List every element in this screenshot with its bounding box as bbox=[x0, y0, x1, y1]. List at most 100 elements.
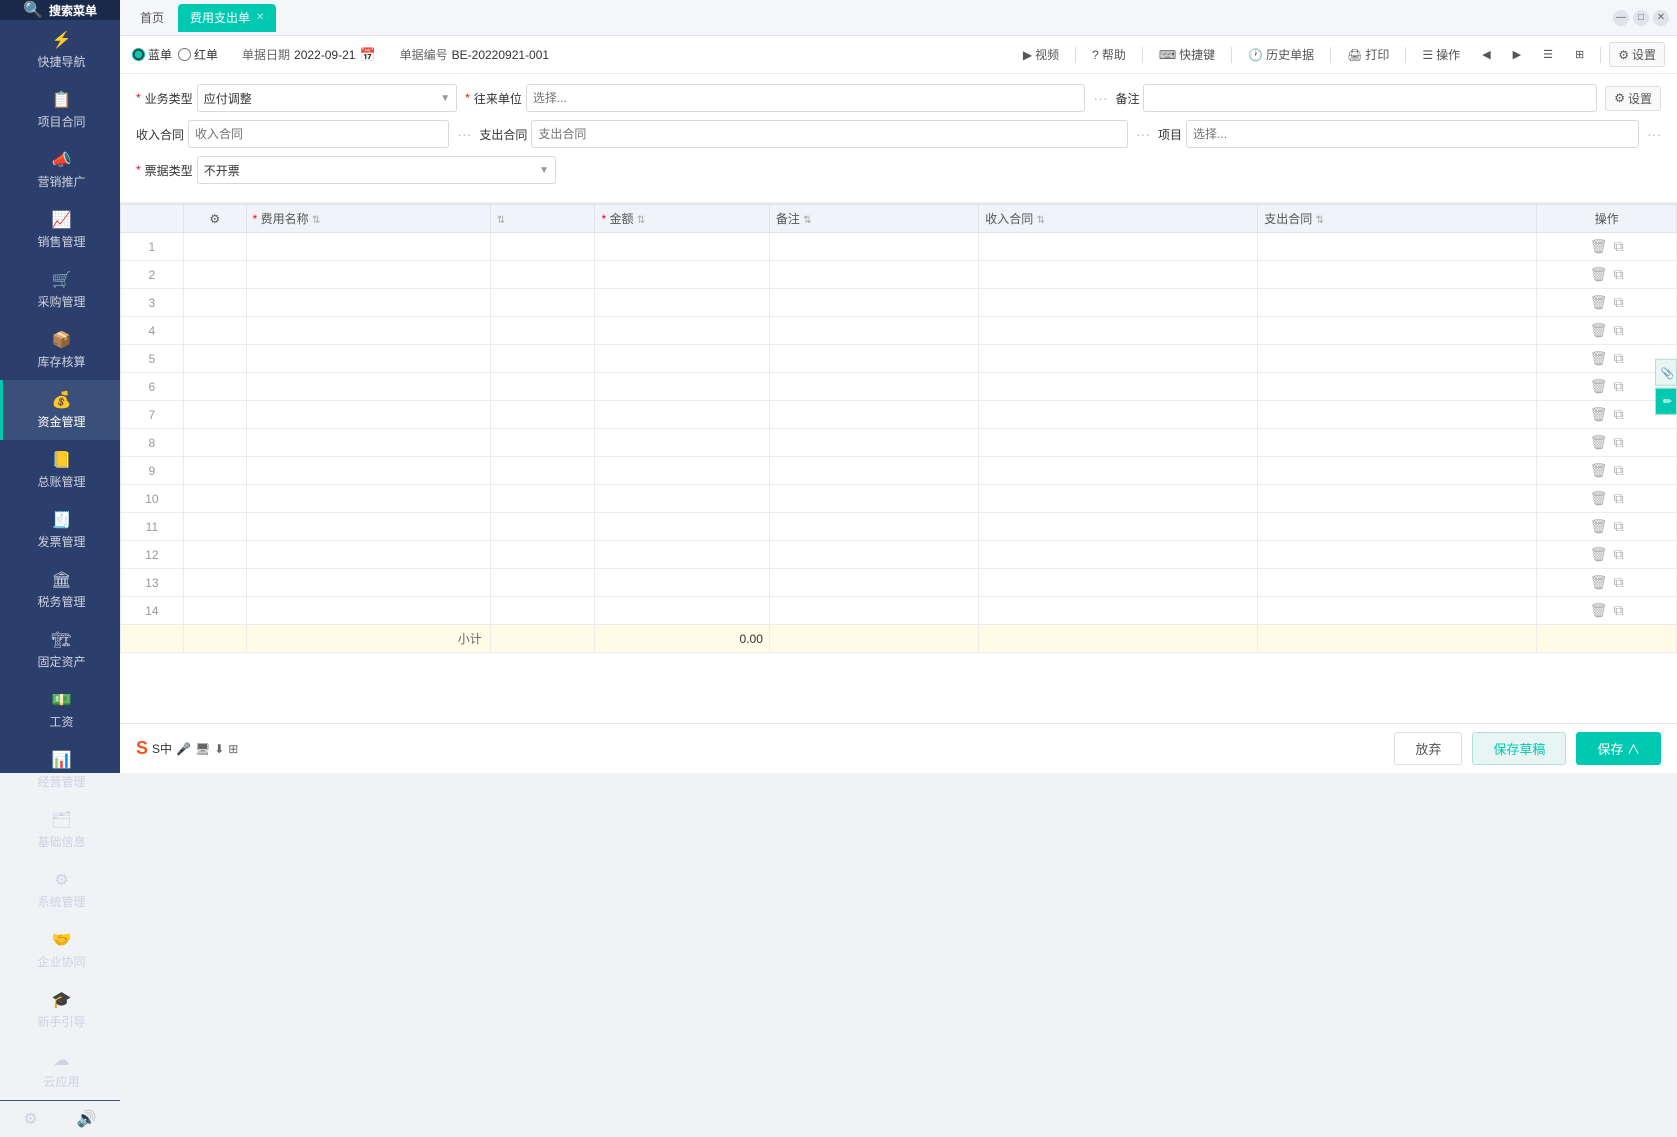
cell-name-12[interactable] bbox=[246, 541, 490, 569]
nav-prev-button[interactable]: ◀ bbox=[1474, 46, 1498, 63]
sidebar-item-purchase[interactable]: 🛒采购管理 bbox=[0, 260, 120, 320]
cell-sort-1[interactable] bbox=[490, 233, 595, 261]
cell-name-2[interactable] bbox=[246, 261, 490, 289]
cell-income-14[interactable] bbox=[979, 597, 1258, 625]
cell-name-9[interactable] bbox=[246, 457, 490, 485]
cell-remark-5[interactable] bbox=[769, 345, 978, 373]
form-settings-button[interactable]: ⚙ 设置 bbox=[1605, 86, 1661, 111]
cell-expense-14[interactable] bbox=[1258, 597, 1537, 625]
cell-income-3[interactable] bbox=[979, 289, 1258, 317]
sort-income-icon[interactable]: ⇅ bbox=[1037, 215, 1045, 226]
discard-button[interactable]: 放弃 bbox=[1394, 732, 1462, 765]
sidebar-item-marketing[interactable]: 📣营销推广 bbox=[0, 140, 120, 200]
cell-name-13[interactable] bbox=[246, 569, 490, 597]
cell-amount-5[interactable] bbox=[595, 345, 769, 373]
copy-icon-1[interactable]: ⧉ bbox=[1614, 238, 1624, 255]
cell-name-7[interactable] bbox=[246, 401, 490, 429]
delete-icon-1[interactable]: 🗑 bbox=[1590, 238, 1608, 255]
cell-expense-12[interactable] bbox=[1258, 541, 1537, 569]
cell-income-11[interactable] bbox=[979, 513, 1258, 541]
delete-icon-5[interactable]: 🗑 bbox=[1590, 350, 1608, 367]
cell-income-6[interactable] bbox=[979, 373, 1258, 401]
sidebar-item-sales[interactable]: 📈销售管理 bbox=[0, 200, 120, 260]
delete-icon-4[interactable]: 🗑 bbox=[1590, 322, 1608, 339]
sidebar-item-enterprise[interactable]: 🤝企业协同 bbox=[0, 920, 120, 980]
cell-amount-12[interactable] bbox=[595, 541, 769, 569]
cell-income-13[interactable] bbox=[979, 569, 1258, 597]
cell-remark-8[interactable] bbox=[769, 429, 978, 457]
save-draft-button[interactable]: 保存草稿 bbox=[1472, 732, 1566, 765]
cell-sort-7[interactable] bbox=[490, 401, 595, 429]
tab-home[interactable]: 首页 bbox=[128, 4, 176, 32]
tab-close-expense[interactable]: ✕ bbox=[256, 12, 264, 23]
sort-sort-icon[interactable]: ⇅ bbox=[497, 215, 505, 226]
sort-name-icon[interactable]: ⇅ bbox=[312, 215, 320, 226]
cell-sort-5[interactable] bbox=[490, 345, 595, 373]
income-contract-input[interactable] bbox=[188, 120, 449, 148]
sidebar-item-fixed-assets[interactable]: 🏗固定资产 bbox=[0, 620, 120, 680]
cell-sort-2[interactable] bbox=[490, 261, 595, 289]
copy-icon-9[interactable]: ⧉ bbox=[1614, 462, 1624, 479]
cell-amount-9[interactable] bbox=[595, 457, 769, 485]
copy-icon-8[interactable]: ⧉ bbox=[1614, 434, 1624, 451]
cell-amount-6[interactable] bbox=[595, 373, 769, 401]
cell-sort-14[interactable] bbox=[490, 597, 595, 625]
biz-type-select[interactable]: 应付调整 ▼ bbox=[197, 84, 457, 112]
cell-remark-14[interactable] bbox=[769, 597, 978, 625]
delete-icon-8[interactable]: 🗑 bbox=[1590, 434, 1608, 451]
shortcut-button[interactable]: ⌨ 快捷键 bbox=[1151, 44, 1223, 65]
copy-icon-12[interactable]: ⧉ bbox=[1614, 546, 1624, 563]
grid-icon[interactable]: ⊞ bbox=[228, 742, 238, 756]
cell-expense-3[interactable] bbox=[1258, 289, 1537, 317]
copy-icon-3[interactable]: ⧉ bbox=[1614, 294, 1624, 311]
screen-icon[interactable]: 🖥 bbox=[195, 742, 210, 756]
cell-income-12[interactable] bbox=[979, 541, 1258, 569]
copy-icon-10[interactable]: ⧉ bbox=[1614, 490, 1624, 507]
tab-expense[interactable]: 费用支出单✕ bbox=[178, 4, 276, 32]
sidebar-item-project-contract[interactable]: 📋项目合同 bbox=[0, 80, 120, 140]
cell-income-4[interactable] bbox=[979, 317, 1258, 345]
sidebar-item-base-info[interactable]: 🗂基础信息 bbox=[0, 800, 120, 860]
income-contract-more-icon[interactable]: ··· bbox=[457, 126, 471, 142]
copy-icon-7[interactable]: ⧉ bbox=[1614, 406, 1624, 423]
sidebar-item-system[interactable]: ⚙系统管理 bbox=[0, 860, 120, 920]
sidebar-item-inventory[interactable]: 📦库存核算 bbox=[0, 320, 120, 380]
cell-name-1[interactable] bbox=[246, 233, 490, 261]
cell-income-8[interactable] bbox=[979, 429, 1258, 457]
settings-icon[interactable]: ⚙ bbox=[23, 1109, 37, 1129]
cell-sort-8[interactable] bbox=[490, 429, 595, 457]
sort-remark-icon[interactable]: ⇅ bbox=[803, 215, 811, 226]
copy-icon-14[interactable]: ⧉ bbox=[1614, 602, 1624, 619]
cell-income-7[interactable] bbox=[979, 401, 1258, 429]
sort-amount-icon[interactable]: ⇅ bbox=[637, 215, 645, 226]
cell-remark-12[interactable] bbox=[769, 541, 978, 569]
expense-contract-input[interactable] bbox=[531, 120, 1128, 148]
settings-button[interactable]: ⚙ 设置 bbox=[1609, 42, 1665, 67]
cell-expense-9[interactable] bbox=[1258, 457, 1537, 485]
copy-icon-4[interactable]: ⧉ bbox=[1614, 322, 1624, 339]
attachment-float-button[interactable]: 📎 bbox=[1655, 358, 1677, 385]
sidebar-item-ledger[interactable]: 📒总账管理 bbox=[0, 440, 120, 500]
cell-expense-2[interactable] bbox=[1258, 261, 1537, 289]
cell-sort-4[interactable] bbox=[490, 317, 595, 345]
cell-sort-12[interactable] bbox=[490, 541, 595, 569]
delete-icon-14[interactable]: 🗑 bbox=[1590, 602, 1608, 619]
cell-amount-10[interactable] bbox=[595, 485, 769, 513]
sidebar-header[interactable]: 🔍 搜索菜单 bbox=[0, 0, 120, 20]
video-button[interactable]: ▶ 视频 bbox=[1015, 44, 1067, 65]
cell-amount-13[interactable] bbox=[595, 569, 769, 597]
delete-icon-10[interactable]: 🗑 bbox=[1590, 490, 1608, 507]
cell-expense-13[interactable] bbox=[1258, 569, 1537, 597]
cell-remark-1[interactable] bbox=[769, 233, 978, 261]
cell-expense-11[interactable] bbox=[1258, 513, 1537, 541]
delete-icon-2[interactable]: 🗑 bbox=[1590, 266, 1608, 283]
cell-remark-3[interactable] bbox=[769, 289, 978, 317]
cell-name-8[interactable] bbox=[246, 429, 490, 457]
radio-blue[interactable]: 蓝单 bbox=[132, 46, 172, 63]
cell-remark-10[interactable] bbox=[769, 485, 978, 513]
cell-remark-13[interactable] bbox=[769, 569, 978, 597]
calendar-icon[interactable]: 📅 bbox=[359, 47, 375, 63]
invoice-type-select[interactable]: 不开票 ▼ bbox=[197, 156, 556, 184]
partner-input[interactable] bbox=[526, 84, 1086, 112]
radio-red[interactable]: 红单 bbox=[178, 46, 218, 63]
